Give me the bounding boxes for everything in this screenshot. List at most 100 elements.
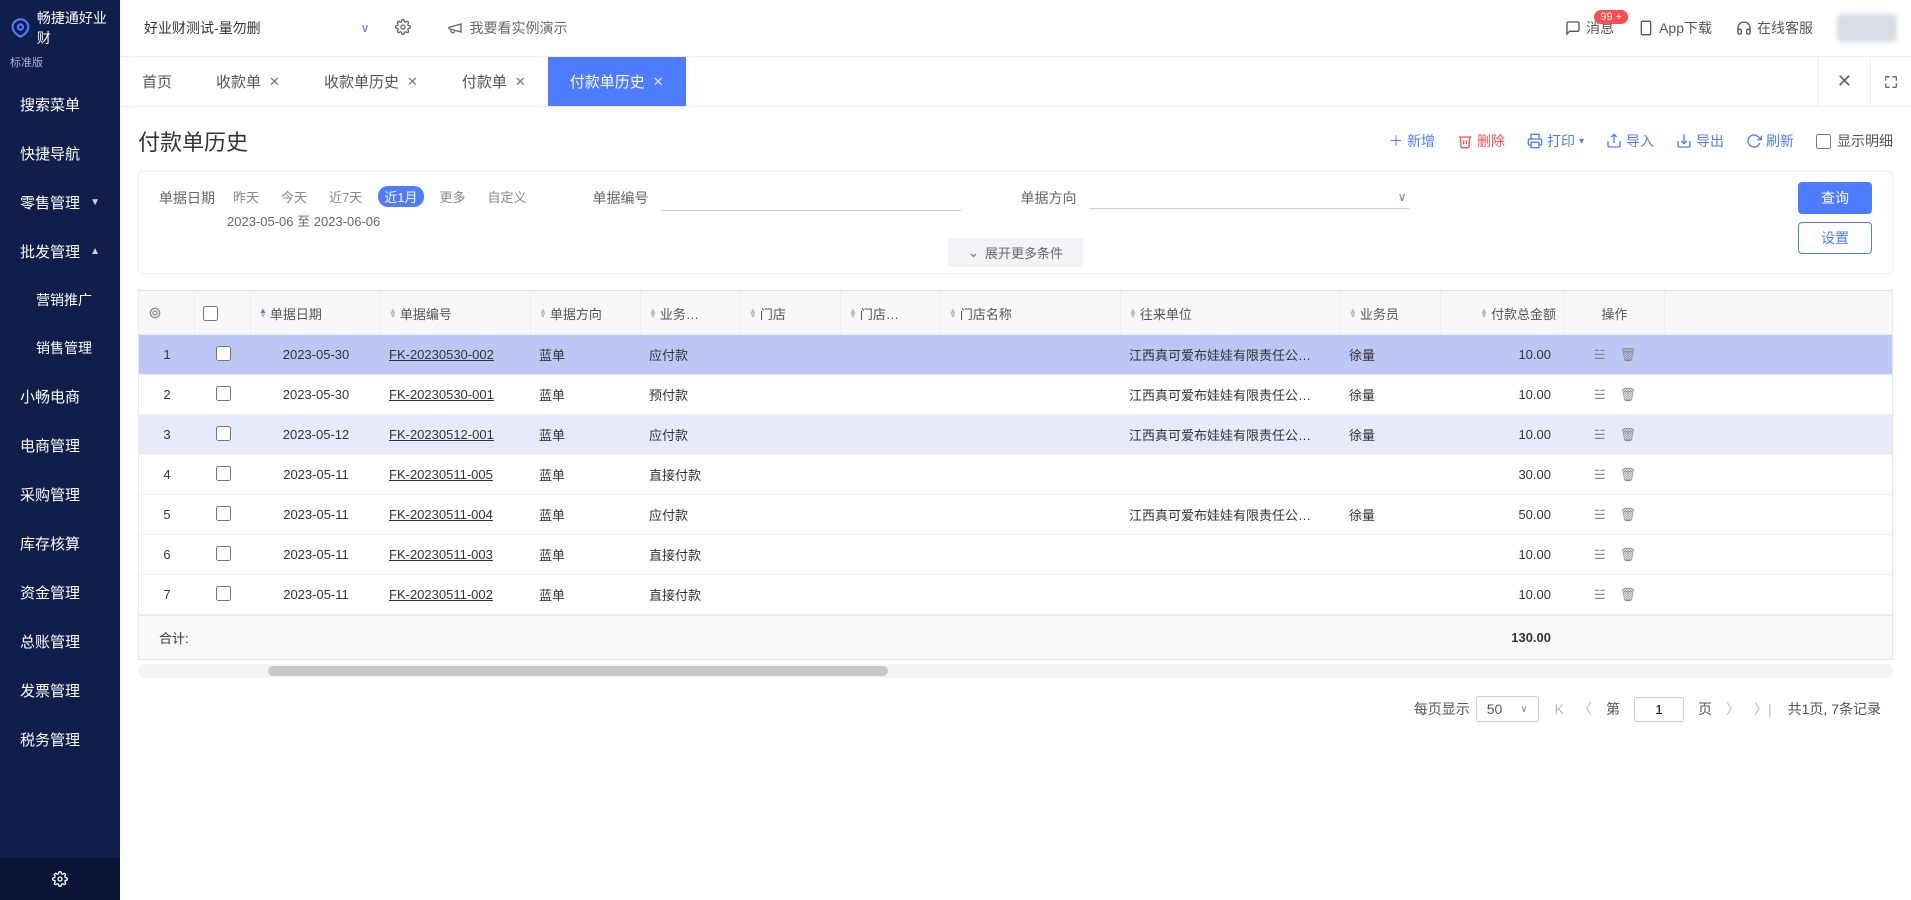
show-detail-checkbox[interactable]: 显示明细 [1816,131,1893,151]
filter-setting-button[interactable]: 设置 [1798,222,1872,254]
next-page[interactable]: 〉 [1726,699,1740,719]
sidebar-item[interactable]: 小畅电商 [0,372,120,421]
table-row[interactable]: 32023-05-12FK-20230512-001蓝单应付款江西真可爱布娃娃有… [139,415,1892,455]
table-row[interactable]: 42023-05-11FK-20230511-005蓝单直接付款30.00☱🗑 [139,455,1892,495]
page-size-select[interactable]: 50 ∨ [1476,696,1539,722]
table-row[interactable]: 22023-05-30FK-20230530-001蓝单预付款江西真可爱布娃娃有… [139,375,1892,415]
col-store[interactable]: ▲▼门店 [741,291,841,335]
delete-row-icon[interactable]: 🗑 [1620,427,1637,443]
delete-row-icon[interactable]: 🗑 [1620,547,1637,563]
row-checkbox[interactable] [216,466,231,481]
tab[interactable]: 付款单✕ [440,57,548,106]
code-link[interactable]: FK-20230530-002 [389,347,494,362]
sidebar-item[interactable]: 批发管理▲ [0,227,120,276]
sidebar-item[interactable]: 电商管理 [0,421,120,470]
sidebar-settings[interactable] [0,858,120,900]
delete-row-icon[interactable]: 🗑 [1620,507,1637,523]
row-checkbox[interactable] [216,386,231,401]
col-sales[interactable]: ▲▼业务员 [1341,291,1441,335]
new-button[interactable]: ＋新增 [1389,131,1435,151]
delete-button[interactable]: 删除 [1457,131,1505,151]
tab[interactable]: 首页 [120,57,194,106]
date-option[interactable]: 近7天 [323,186,368,207]
col-code[interactable]: ▲▼单据编号 [381,291,531,335]
query-button[interactable]: 查询 [1798,182,1872,214]
sidebar-item[interactable]: 总账管理 [0,617,120,666]
sidebar-subitem[interactable]: 销售管理 [0,324,120,372]
header-checkbox[interactable] [195,291,251,335]
app-download-button[interactable]: App下载 [1638,18,1712,38]
prev-page[interactable]: 〈 [1578,699,1592,719]
col-store2[interactable]: ▲▼门店… [841,291,941,335]
code-link[interactable]: FK-20230512-001 [389,427,494,442]
view-icon[interactable]: ☱ [1594,547,1606,563]
close-icon[interactable]: ✕ [653,74,664,90]
sidebar-item[interactable]: 发票管理 [0,666,120,715]
company-selector[interactable]: 好业财测试-量勿删 ∨ [134,12,379,44]
first-page[interactable]: K [1555,701,1564,717]
col-party[interactable]: ▲▼往来单位 [1121,291,1341,335]
date-option[interactable]: 今天 [275,186,313,207]
sidebar-item[interactable]: 税务管理 [0,715,120,764]
direction-select[interactable]: ∨ [1089,186,1409,209]
tab[interactable]: 付款单历史✕ [548,57,686,106]
tab[interactable]: 收款单✕ [194,57,302,106]
view-icon[interactable]: ☱ [1594,467,1606,483]
view-icon[interactable]: ☱ [1594,507,1606,523]
close-icon[interactable]: ✕ [407,74,418,90]
delete-row-icon[interactable]: 🗑 [1620,347,1637,363]
sidebar-item[interactable]: 快捷导航 [0,129,120,178]
sidebar-item[interactable]: 库存核算 [0,519,120,568]
row-checkbox[interactable] [216,546,231,561]
delete-row-icon[interactable]: 🗑 [1620,467,1637,483]
view-icon[interactable]: ☱ [1594,387,1606,403]
table-row[interactable]: 62023-05-11FK-20230511-003蓝单直接付款10.00☱🗑 [139,535,1892,575]
scrollbar-thumb[interactable] [268,666,888,676]
tab-close-all[interactable]: ✕ [1818,57,1870,107]
messages-button[interactable]: 消息 99 + [1565,18,1614,38]
customer-service-button[interactable]: 在线客服 [1736,18,1813,38]
table-row[interactable]: 12023-05-30FK-20230530-002蓝单应付款江西真可爱布娃娃有… [139,335,1892,375]
row-checkbox[interactable] [216,586,231,601]
tab[interactable]: 收款单历史✕ [302,57,440,106]
export-button[interactable]: 导出 [1676,131,1724,151]
close-icon[interactable]: ✕ [269,74,280,90]
sidebar-item[interactable]: 零售管理▼ [0,178,120,227]
avatar[interactable] [1837,14,1897,42]
sidebar-item[interactable]: 采购管理 [0,470,120,519]
view-icon[interactable]: ☱ [1594,427,1606,443]
horizontal-scrollbar[interactable] [138,664,1893,678]
refresh-button[interactable]: 刷新 [1746,131,1794,151]
fullscreen-button[interactable] [1870,57,1911,107]
header-settings[interactable] [139,291,195,335]
page-input[interactable] [1634,697,1684,722]
settings-button[interactable] [389,13,417,44]
row-checkbox[interactable] [216,346,231,361]
last-page[interactable]: 〉| [1754,699,1772,719]
view-icon[interactable]: ☱ [1594,347,1606,363]
print-button[interactable]: 打印▾ [1527,131,1584,151]
sidebar-subitem[interactable]: 营销推广 [0,276,120,324]
close-icon[interactable]: ✕ [515,74,526,90]
import-button[interactable]: 导入 [1606,131,1654,151]
col-storename[interactable]: ▲▼门店名称 [941,291,1121,335]
col-date[interactable]: ▲▼单据日期 [251,291,381,335]
code-link[interactable]: FK-20230511-003 [389,547,493,562]
col-amount[interactable]: ▲▼付款总金额 [1441,291,1565,335]
code-link[interactable]: FK-20230511-002 [389,587,493,602]
date-option[interactable]: 近1月 [378,186,423,207]
code-link[interactable]: FK-20230511-005 [389,467,493,482]
date-option[interactable]: 自定义 [482,186,533,207]
table-row[interactable]: 52023-05-11FK-20230511-004蓝单应付款江西真可爱布娃娃有… [139,495,1892,535]
row-checkbox[interactable] [216,506,231,521]
col-biz[interactable]: ▲▼业务… [641,291,741,335]
date-option[interactable]: 更多 [434,186,472,207]
row-checkbox[interactable] [216,426,231,441]
code-input[interactable] [661,186,961,211]
delete-row-icon[interactable]: 🗑 [1620,387,1637,403]
table-row[interactable]: 72023-05-11FK-20230511-002蓝单直接付款10.00☱🗑 [139,575,1892,615]
date-option[interactable]: 昨天 [227,186,265,207]
expand-conditions[interactable]: ⌄ 展开更多条件 [948,238,1083,267]
show-detail-input[interactable] [1816,134,1831,149]
demo-link[interactable]: 我要看实例演示 [447,18,567,38]
